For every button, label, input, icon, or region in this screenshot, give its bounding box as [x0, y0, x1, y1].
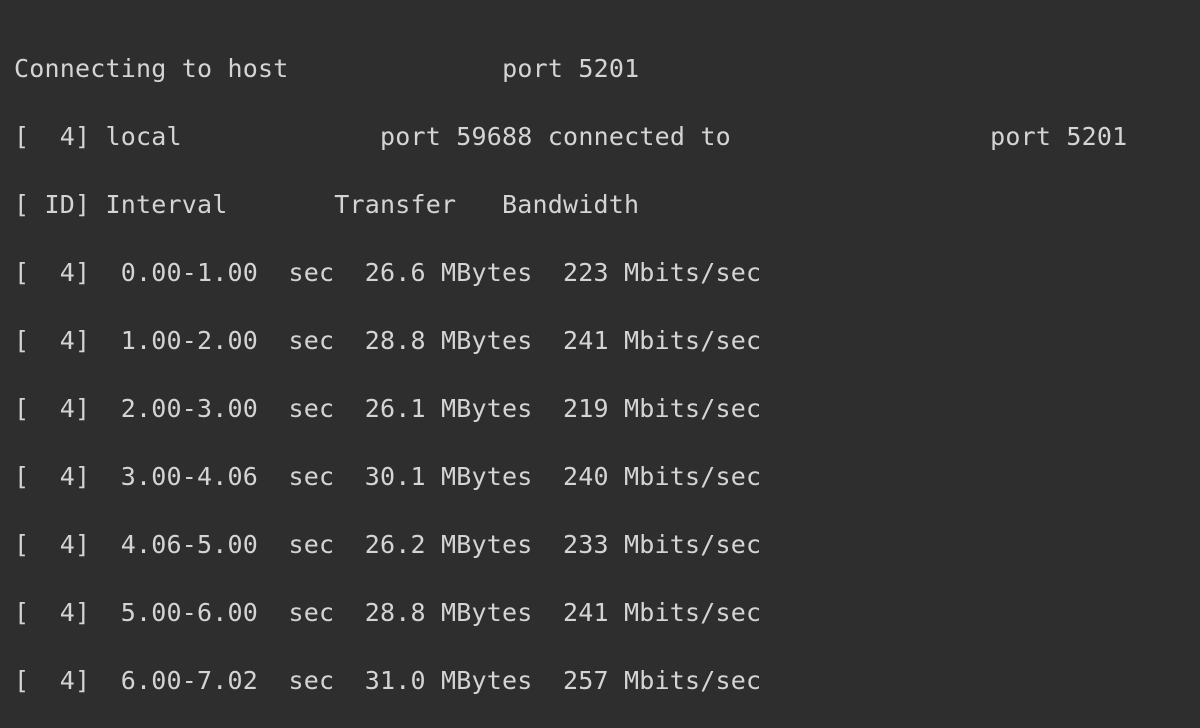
connect-local-port: port 59688 connected to — [380, 122, 731, 151]
connect-local-label: [ 4] local — [14, 122, 182, 151]
interval-row: [ 4] 0.00-1.00 sec 26.6 MBytes 223 Mbits… — [14, 256, 1186, 290]
connect-line-2: [ 4] local port 59688 connected to port … — [14, 120, 1186, 154]
terminal-output: Connecting to host port 5201 [ 4] local … — [0, 0, 1200, 728]
connect-remote-port: port 5201 — [990, 122, 1127, 151]
connect-host-port: port 5201 — [502, 54, 639, 83]
connect-line-1: Connecting to host port 5201 — [14, 52, 1186, 86]
interval-row: [ 4] 3.00-4.06 sec 30.1 MBytes 240 Mbits… — [14, 460, 1186, 494]
column-header: [ ID] Interval Transfer Bandwidth — [14, 188, 1186, 222]
connect-host-label: Connecting to host — [14, 54, 289, 83]
interval-row: [ 4] 6.00-7.02 sec 31.0 MBytes 257 Mbits… — [14, 664, 1186, 698]
interval-row: [ 4] 1.00-2.00 sec 28.8 MBytes 241 Mbits… — [14, 324, 1186, 358]
interval-row: [ 4] 2.00-3.00 sec 26.1 MBytes 219 Mbits… — [14, 392, 1186, 426]
interval-row: [ 4] 4.06-5.00 sec 26.2 MBytes 233 Mbits… — [14, 528, 1186, 562]
interval-row: [ 4] 5.00-6.00 sec 28.8 MBytes 241 Mbits… — [14, 596, 1186, 630]
